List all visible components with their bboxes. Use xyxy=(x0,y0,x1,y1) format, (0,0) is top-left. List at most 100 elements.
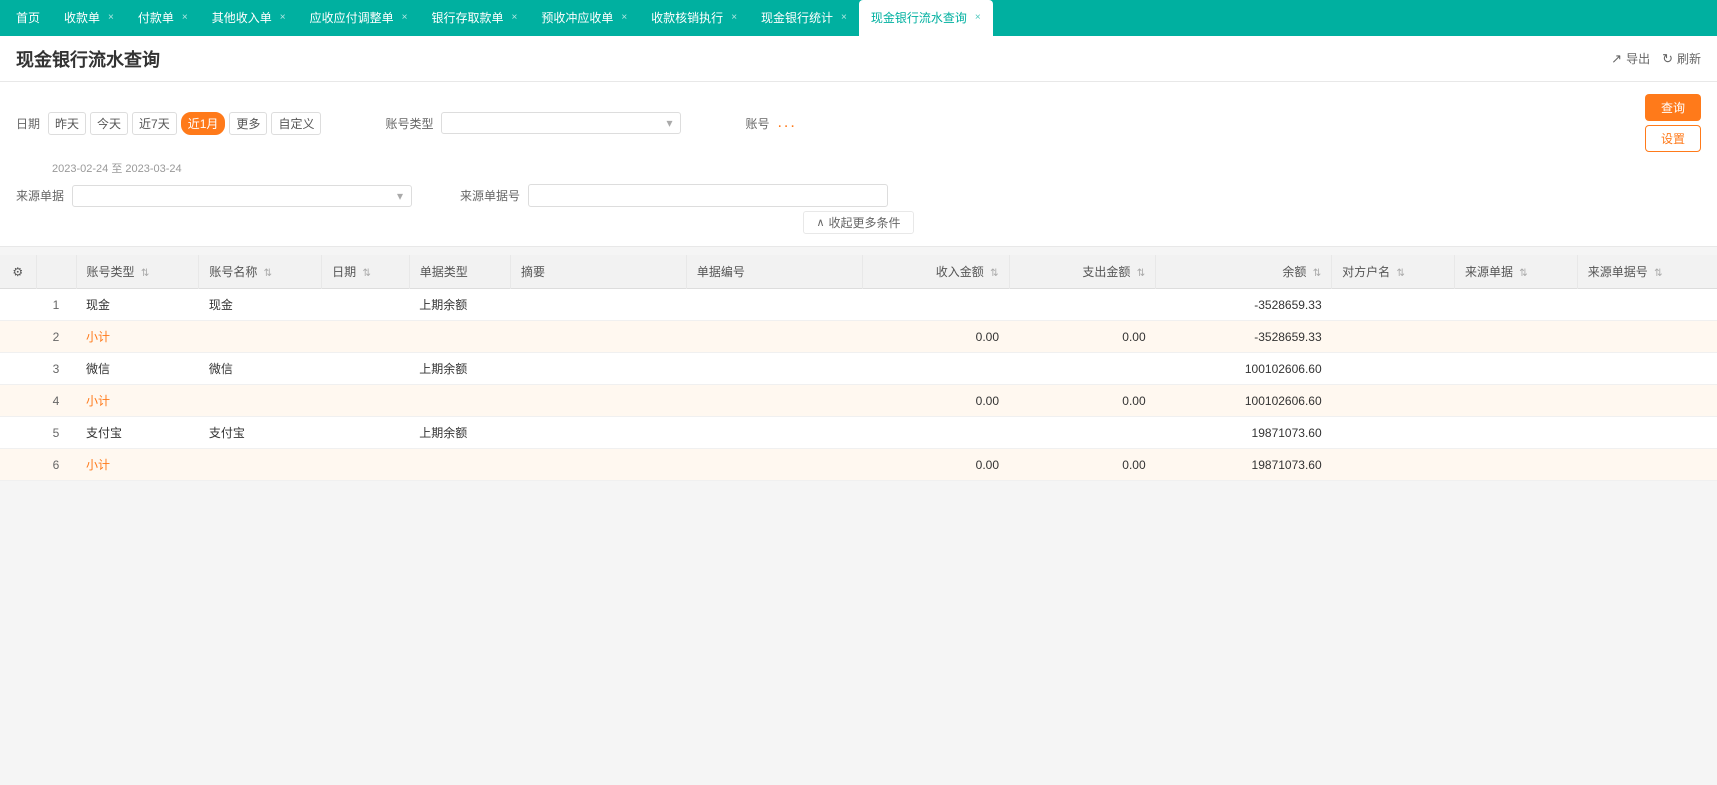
cell-balance: 19871073.60 xyxy=(1156,417,1332,449)
nav-advance-label: 预收冲应收单 xyxy=(541,0,613,36)
nav-payment[interactable]: 付款单 × xyxy=(126,0,200,36)
date-7days[interactable]: 近7天 xyxy=(132,112,177,135)
date-1month[interactable]: 近1月 xyxy=(181,112,226,135)
action-buttons: 查询 设置 xyxy=(1645,94,1701,152)
cell-doc-no xyxy=(686,289,862,321)
cell-source-doc xyxy=(1454,289,1577,321)
cell-source-doc xyxy=(1454,449,1577,481)
cell-source-doc xyxy=(1454,353,1577,385)
col-doc-type: 单据类型 xyxy=(409,255,510,289)
nav-cash-bank-flow[interactable]: 现金银行流水查询 × xyxy=(859,0,993,36)
cell-expense xyxy=(1009,353,1156,385)
cell-doc-type: 上期余额 xyxy=(409,289,510,321)
nav-collection-close[interactable]: × xyxy=(731,0,737,36)
cell-gear xyxy=(0,449,36,481)
col-gear[interactable]: ⚙ xyxy=(0,255,36,289)
nav-other-income-close[interactable]: × xyxy=(280,0,286,36)
account-type-chevron-icon: ▾ xyxy=(666,116,672,130)
nav-bank-deposit-close[interactable]: × xyxy=(511,0,517,36)
date-filter-label: 日期 xyxy=(16,115,40,132)
col-account-name-label: 账号名称 xyxy=(209,265,257,279)
nav-payment-close[interactable]: × xyxy=(182,0,188,36)
nav-cash-bank-flow-close[interactable]: × xyxy=(975,0,981,36)
account-label: 账号 xyxy=(745,115,769,132)
cell-doc-no xyxy=(686,449,862,481)
cell-summary xyxy=(510,449,686,481)
cell-counterpart xyxy=(1332,417,1455,449)
cell-source-doc-no xyxy=(1577,321,1717,353)
nav-advance-close[interactable]: × xyxy=(621,0,627,36)
cell-index: 2 xyxy=(36,321,76,353)
col-source-doc[interactable]: 来源单据 ⇅ xyxy=(1454,255,1577,289)
cell-expense xyxy=(1009,289,1156,321)
cell-gear xyxy=(0,417,36,449)
cell-doc-type: 上期余额 xyxy=(409,417,510,449)
cell-doc-type xyxy=(409,385,510,417)
header-actions: ↗ 导出 ↻ 刷新 xyxy=(1611,50,1701,67)
table-row: 5 支付宝 支付宝 上期余额 19871073.60 xyxy=(0,417,1717,449)
cell-summary xyxy=(510,353,686,385)
nav-other-income[interactable]: 其他收入单 × xyxy=(200,0,298,36)
cell-balance: 100102606.60 xyxy=(1156,385,1332,417)
account-type-select[interactable]: ▾ xyxy=(441,112,681,134)
settings-button[interactable]: 设置 xyxy=(1645,125,1701,152)
nav-bank-deposit[interactable]: 银行存取款单 × xyxy=(419,0,529,36)
export-button[interactable]: ↗ 导出 xyxy=(1611,50,1650,67)
cell-account-type: 支付宝 xyxy=(76,417,199,449)
col-expense[interactable]: 支出金额 ⇅ xyxy=(1009,255,1156,289)
cell-gear xyxy=(0,353,36,385)
col-source-doc-no[interactable]: 来源单据号 ⇅ xyxy=(1577,255,1717,289)
nav-receipt-close[interactable]: × xyxy=(108,0,114,36)
cell-expense: 0.00 xyxy=(1009,321,1156,353)
col-date[interactable]: 日期 ⇅ xyxy=(322,255,410,289)
page-title: 现金银行流水查询 xyxy=(16,46,160,72)
col-account-name[interactable]: 账号名称 ⇅ xyxy=(199,255,322,289)
cell-income: 0.00 xyxy=(862,449,1009,481)
col-account-type[interactable]: 账号类型 ⇅ xyxy=(76,255,199,289)
col-balance-label: 余额 xyxy=(1282,265,1306,279)
cell-date xyxy=(322,289,410,321)
nav-ar-ap[interactable]: 应收应付调整单 × xyxy=(298,0,420,36)
nav-home[interactable]: 首页 xyxy=(4,0,52,36)
col-counterpart[interactable]: 对方户名 ⇅ xyxy=(1332,255,1455,289)
account-type-filter-group: 账号类型 ▾ xyxy=(385,112,681,134)
nav-cash-bank-stats-close[interactable]: × xyxy=(841,0,847,36)
table-row: 4 小计 0.00 0.00 100102606.60 xyxy=(0,385,1717,417)
cell-income xyxy=(862,417,1009,449)
nav-advance[interactable]: 预收冲应收单 × xyxy=(529,0,639,36)
col-income[interactable]: 收入金额 ⇅ xyxy=(862,255,1009,289)
cell-account-type: 小计 xyxy=(76,385,199,417)
nav-ar-ap-close[interactable]: × xyxy=(402,0,408,36)
collapse-button[interactable]: ∧ 收起更多条件 xyxy=(803,211,913,234)
col-source-doc-label: 来源单据 xyxy=(1465,265,1513,279)
cell-doc-type xyxy=(409,449,510,481)
account-dots[interactable]: ... xyxy=(777,114,796,132)
date-today[interactable]: 今天 xyxy=(90,112,128,135)
sort-source-doc-no-icon: ⇅ xyxy=(1654,268,1662,279)
sort-balance-icon: ⇅ xyxy=(1313,268,1321,279)
query-button[interactable]: 查询 xyxy=(1645,94,1701,121)
cell-source-doc-no xyxy=(1577,449,1717,481)
sort-expense-icon: ⇅ xyxy=(1137,268,1145,279)
top-nav: 首页 收款单 × 付款单 × 其他收入单 × 应收应付调整单 × 银行存取款单 … xyxy=(0,0,1717,36)
export-label: 导出 xyxy=(1626,50,1650,67)
col-balance[interactable]: 余额 ⇅ xyxy=(1156,255,1332,289)
date-yesterday[interactable]: 昨天 xyxy=(48,112,86,135)
source-doc-select[interactable]: ▾ xyxy=(72,185,412,207)
cell-source-doc xyxy=(1454,321,1577,353)
col-date-label: 日期 xyxy=(332,265,356,279)
refresh-button[interactable]: ↻ 刷新 xyxy=(1662,50,1701,67)
cell-counterpart xyxy=(1332,449,1455,481)
date-custom[interactable]: 自定义 xyxy=(271,112,321,135)
source-doc-no-input[interactable] xyxy=(528,184,888,207)
cell-account-name xyxy=(199,449,322,481)
filter-row-1: 日期 昨天 今天 近7天 近1月 更多 自定义 账号类型 ▾ 账号 ... xyxy=(16,94,1701,152)
nav-receipt[interactable]: 收款单 × xyxy=(52,0,126,36)
cell-counterpart xyxy=(1332,321,1455,353)
date-more[interactable]: 更多 xyxy=(229,112,267,135)
nav-cash-bank-stats[interactable]: 现金银行统计 × xyxy=(749,0,859,36)
date-filter-group: 日期 昨天 今天 近7天 近1月 更多 自定义 xyxy=(16,112,321,135)
nav-collection[interactable]: 收款核销执行 × xyxy=(639,0,749,36)
cell-account-type: 现金 xyxy=(76,289,199,321)
source-doc-no-label: 来源单据号 xyxy=(460,187,520,204)
